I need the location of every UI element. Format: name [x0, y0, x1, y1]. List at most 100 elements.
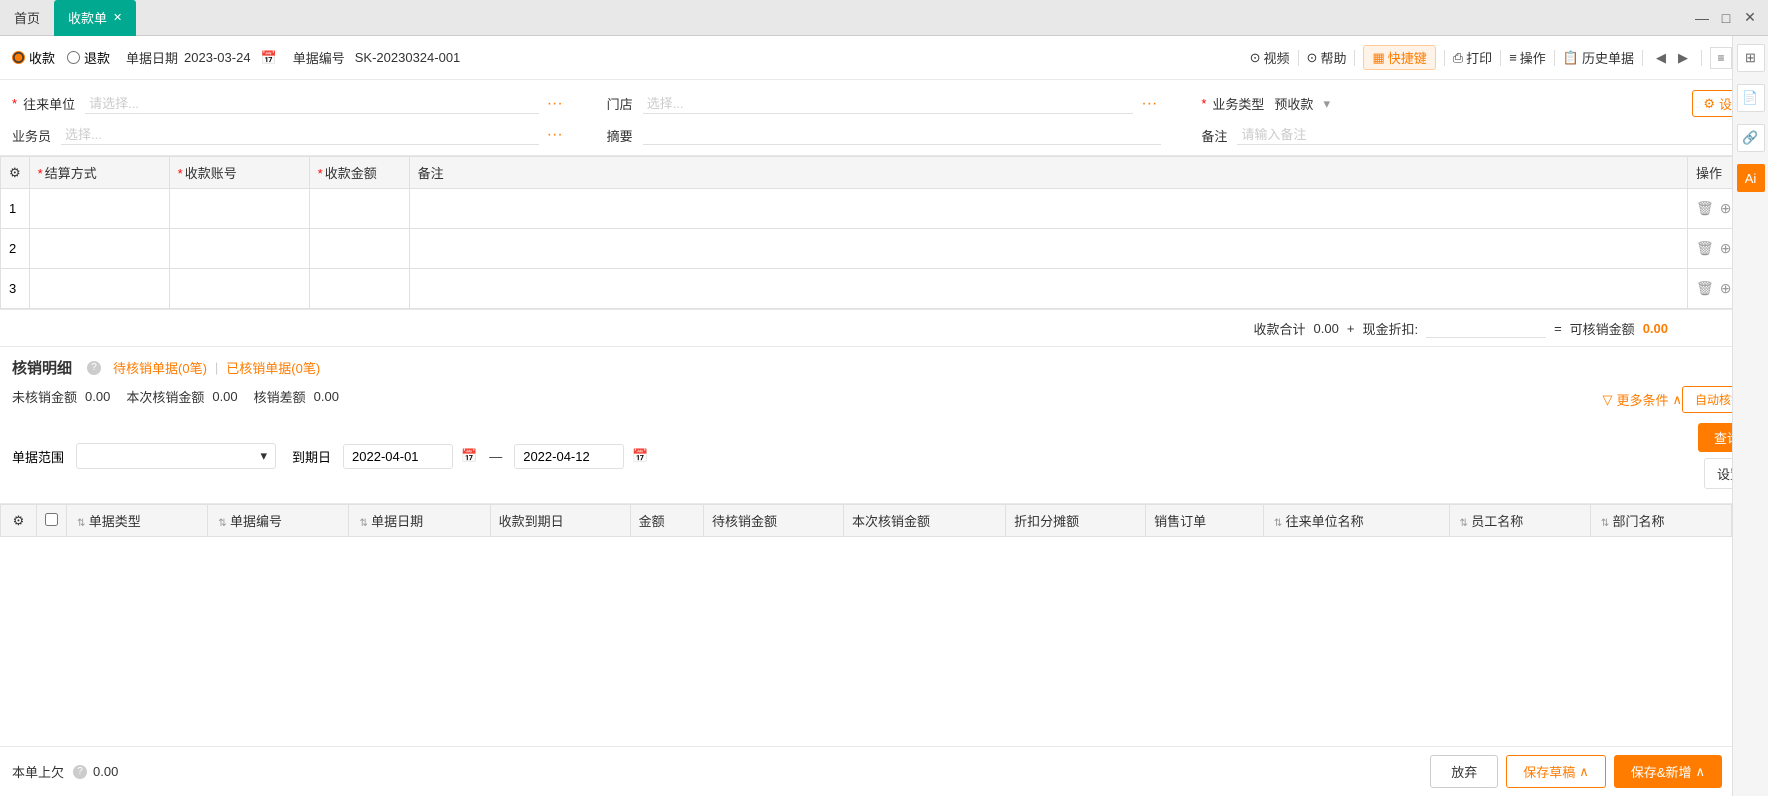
- pending-tab[interactable]: 待核销单据(0笔): [113, 358, 207, 377]
- voucher-date-value[interactable]: 2023-03-24: [184, 50, 251, 65]
- receipt-radio-label: 收款: [29, 48, 55, 67]
- table-row: 1 🗑 ⊕: [1, 189, 1768, 229]
- help-action[interactable]: ⊙ 帮助: [1307, 48, 1347, 67]
- row-1-delete-button[interactable]: 🗑: [1696, 200, 1714, 217]
- operation-action[interactable]: ≡ 操作: [1509, 48, 1546, 67]
- save-draft-button[interactable]: 保存草稿 ∧: [1506, 755, 1606, 788]
- doc-icon: 📄: [1742, 90, 1758, 106]
- more-conditions-label: 更多条件: [1616, 390, 1668, 409]
- save-new-button[interactable]: 保存&新增 ∧: [1614, 755, 1722, 788]
- calendar-to-icon[interactable]: 📅: [632, 448, 648, 464]
- row-1-note[interactable]: [409, 189, 1687, 229]
- shop-more-button[interactable]: ···: [1137, 95, 1161, 113]
- data-table-section: ⚙ *结算方式 *收款账号 *收款金额 备注 操作: [0, 156, 1768, 310]
- date-to-input[interactable]: [514, 444, 624, 469]
- table-settings-icon[interactable]: ⚙: [9, 165, 21, 180]
- tab-close-icon[interactable]: ✕: [113, 11, 122, 24]
- row-3-note[interactable]: [409, 269, 1687, 309]
- net-value: 0.00: [1643, 321, 1668, 336]
- bt-settings-icon[interactable]: ⚙: [13, 513, 25, 528]
- refund-radio-label: 退款: [84, 48, 110, 67]
- footer-info-icon[interactable]: ?: [73, 765, 87, 779]
- shortcut-action[interactable]: ▦ 快捷键: [1363, 45, 1435, 70]
- remark-label: 备注: [1201, 126, 1227, 145]
- bt-employee-header: ⇅ 员工名称: [1449, 505, 1590, 537]
- done-tab[interactable]: 已核销单据(0笔): [226, 358, 320, 377]
- operation-icon: ≡: [1509, 50, 1517, 65]
- voucher-range-label: 单据范围: [12, 447, 64, 466]
- divider-2: [1354, 50, 1355, 66]
- row-2-note[interactable]: [409, 229, 1687, 269]
- row-2-settlement[interactable]: [29, 229, 169, 269]
- row-3-delete-button[interactable]: 🗑: [1696, 280, 1714, 297]
- discount-input[interactable]: [1426, 318, 1546, 338]
- row-3-settlement[interactable]: [29, 269, 169, 309]
- tab-receipt[interactable]: 收款单 ✕: [54, 0, 136, 36]
- receipt-radio[interactable]: 收款: [12, 48, 55, 67]
- filter-icon: ▽: [1602, 392, 1612, 408]
- sidebar-table-icon[interactable]: ⊞: [1737, 44, 1765, 72]
- footer-right: 放弃 保存草稿 ∧ 保存&新增 ∧: [1430, 755, 1722, 788]
- table-row: 3 🗑 ⊕: [1, 269, 1768, 309]
- calendar-from-icon[interactable]: 📅: [461, 448, 477, 464]
- list-view-button[interactable]: ≡: [1710, 47, 1732, 69]
- salesperson-more-button[interactable]: ···: [543, 126, 567, 144]
- row-3-amount[interactable]: [309, 269, 409, 309]
- verify-info-icon[interactable]: ?: [87, 361, 101, 375]
- print-label: 打印: [1466, 48, 1492, 67]
- row-2-delete-button[interactable]: 🗑: [1696, 240, 1714, 257]
- nav-next-button[interactable]: ▶: [1673, 48, 1693, 68]
- voucher-range-select[interactable]: ▾: [76, 443, 276, 469]
- voucher-no-field: 单据编号 SK-20230324-001: [293, 48, 461, 67]
- history-action[interactable]: 📋 历史单据: [1563, 48, 1634, 67]
- business-type-dropdown[interactable]: ▾: [1323, 96, 1330, 112]
- print-action[interactable]: ⎙ 打印: [1453, 48, 1492, 67]
- sidebar-link-icon[interactable]: 🔗: [1737, 124, 1765, 152]
- nav-prev-button[interactable]: ◀: [1651, 48, 1671, 68]
- counterpart-input[interactable]: [85, 94, 539, 114]
- row-3-account[interactable]: [169, 269, 309, 309]
- amount-label: 收款金额: [325, 166, 377, 181]
- row-1-copy-button[interactable]: ⊕: [1720, 200, 1732, 217]
- ai-icon: Ai: [1745, 171, 1757, 186]
- summary-input[interactable]: [643, 125, 1162, 145]
- close-button[interactable]: ✕: [1742, 10, 1758, 26]
- divider-5: [1554, 50, 1555, 66]
- save-new-label: 保存&新增: [1631, 762, 1692, 781]
- sidebar-ai-icon[interactable]: Ai: [1737, 164, 1765, 192]
- refund-radio[interactable]: 退款: [67, 48, 110, 67]
- abandon-button[interactable]: 放弃: [1430, 755, 1498, 788]
- total-label: 收款合计: [1254, 319, 1306, 338]
- shop-input[interactable]: [643, 94, 1134, 114]
- shortcut-label: 快捷键: [1388, 48, 1427, 67]
- sidebar-doc-icon[interactable]: 📄: [1737, 84, 1765, 112]
- bt-counterpart-label: 往来单位名称: [1286, 514, 1364, 529]
- row-1-settlement[interactable]: [29, 189, 169, 229]
- bt-settings-header[interactable]: ⚙: [1, 505, 37, 537]
- row-1-account[interactable]: [169, 189, 309, 229]
- remark-input[interactable]: [1237, 125, 1756, 145]
- select-all-checkbox[interactable]: [45, 513, 58, 526]
- bt-checkbox-header[interactable]: [37, 505, 67, 537]
- calendar-icon[interactable]: 📅: [261, 50, 277, 66]
- bt-verify-amount-header: 本次核销金额: [844, 505, 1006, 537]
- salesperson-input[interactable]: [61, 125, 539, 145]
- date-from-input[interactable]: [343, 444, 453, 469]
- video-action[interactable]: ⊙ 视频: [1250, 48, 1290, 67]
- tab-home[interactable]: 首页: [0, 0, 54, 36]
- footer: 本单上欠 ? 0.00 放弃 保存草稿 ∧ 保存&新增 ∧: [0, 746, 1768, 796]
- row-2-copy-button[interactable]: ⊕: [1720, 240, 1732, 257]
- stat-unchecked: 未核销金额 0.00: [12, 387, 110, 406]
- row-1-amount[interactable]: [309, 189, 409, 229]
- row-3-copy-button[interactable]: ⊕: [1720, 280, 1732, 297]
- row-2-amount[interactable]: [309, 229, 409, 269]
- tab-home-label: 首页: [14, 8, 40, 27]
- minimize-button[interactable]: —: [1694, 10, 1710, 26]
- row-2-account[interactable]: [169, 229, 309, 269]
- tab-bar: 首页 收款单 ✕ — □ ✕: [0, 0, 1768, 36]
- maximize-button[interactable]: □: [1718, 10, 1734, 26]
- more-conditions-button[interactable]: ▽ 更多条件 ∧: [1602, 390, 1682, 409]
- counterpart-more-button[interactable]: ···: [543, 95, 567, 113]
- bt-discount-label: 折扣分摊额: [1014, 514, 1079, 529]
- settings-col-header[interactable]: ⚙: [1, 157, 30, 189]
